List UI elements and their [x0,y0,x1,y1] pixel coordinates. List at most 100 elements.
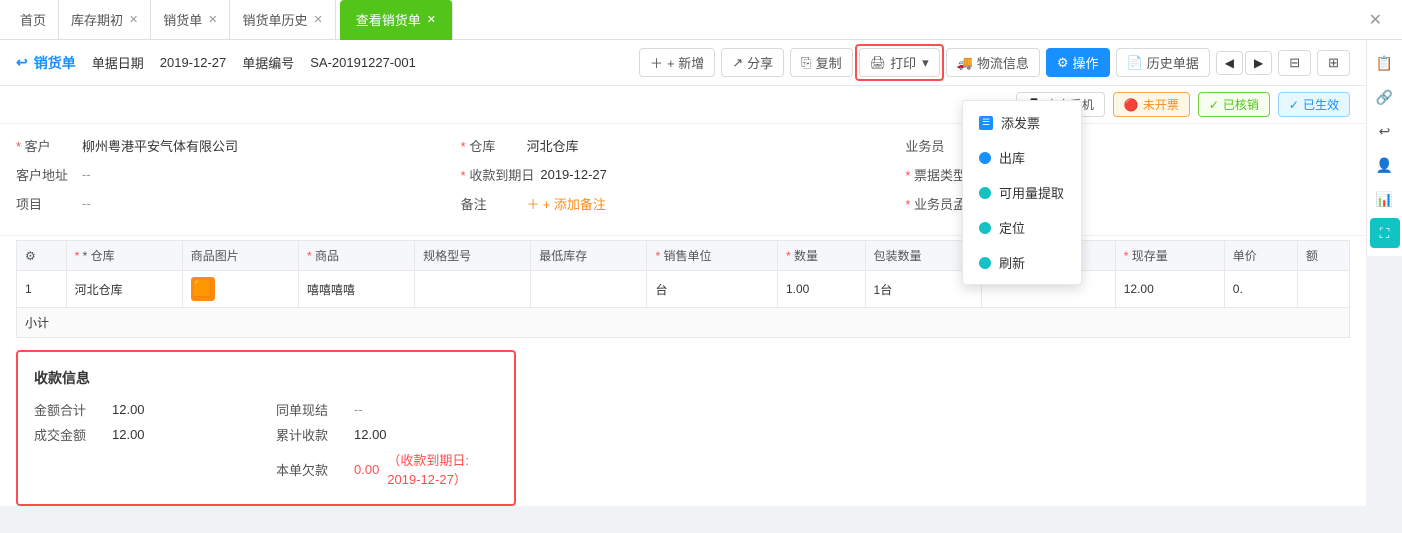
tabs-bar: 首页 库存期初 ✕ 销货单 ✕ 销货单历史 ✕ 查看销货单 ✕ ✕ [0,0,1402,40]
same-order-value: -- [354,402,363,417]
close-tab-inventory-init[interactable]: ✕ [129,13,138,26]
tab-view-sales-order[interactable]: 查看销货单 ✕ [340,0,453,40]
subtotal-label: 小计 [17,308,1350,338]
close-tab-sales-order[interactable]: ✕ [208,13,217,26]
cell-spec [415,271,531,308]
doc-header: ↩ 销货单 单据日期 2019-12-27 单据编号 SA-20191227-0… [0,40,1366,86]
cell-unit-price: 0. [1224,271,1297,308]
tab-sales-history[interactable]: 销货单历史 ✕ [230,0,335,40]
refresh-icon [979,257,991,269]
owed-label: 本单欠款 [276,460,346,479]
grid-view-button[interactable]: ⊟ [1278,50,1311,76]
form-section: 客户 柳州粤港平安气体有限公司 仓库 河北仓库 业务员 演示账号 客户地址 -- [0,124,1366,236]
settings-icon: ⚙ [25,249,36,263]
share-button[interactable]: ↗ 分享 [721,48,784,77]
summary-title: 收款信息 [34,368,498,388]
warehouse-field: 仓库 河北仓库 [461,136,906,155]
form-row-1: 客户 柳州粤港平安气体有限公司 仓库 河北仓库 业务员 演示账号 [16,136,1350,155]
plus-icon: ＋ [527,194,540,213]
history-button[interactable]: 📄 历史单据 [1116,48,1210,77]
date-label: 单据日期 [92,53,144,72]
locate-icon [979,222,991,234]
dropdown-item-available-qty[interactable]: 可用量提取 [963,175,1081,210]
sidebar-btn-doc[interactable]: 📋 [1370,48,1400,78]
project-value: -- [82,196,91,211]
dropdown-item-outbound[interactable]: 出库 [963,140,1081,175]
cell-warehouse: 河北仓库 [66,271,182,308]
copy-button[interactable]: ⎘ 复制 [790,48,852,77]
employee-label: 业务员 [905,136,965,155]
cell-stock: 12.00 [1115,271,1224,308]
list-view-button[interactable]: ⊞ [1317,50,1350,76]
customer-field: 客户 柳州粤港平安气体有限公司 [16,136,461,155]
col-min-stock: 最低库存 [531,241,647,271]
warehouse-value: 河北仓库 [527,136,579,155]
check-icon: ✓ [1209,98,1219,112]
effective-icon: ✓ [1289,98,1299,112]
sidebar-btn-user[interactable]: 👤 [1370,150,1400,180]
history-icon: 📄 [1127,55,1143,71]
not-open-button[interactable]: 🔴 未开票 [1113,92,1190,117]
address-value: -- [82,167,91,182]
summary-section: 收款信息 金额合计 12.00 同单现结 -- 成交金额 12.00 累计收款 … [16,350,516,506]
dropdown-item-add-invoice[interactable]: ☰ 添发票 [963,105,1081,140]
tab-sales-order[interactable]: 销货单 ✕ [151,0,230,40]
verified-badge: ✓ 已核销 [1198,92,1270,117]
logistics-button[interactable]: 🚚 物流信息 [946,48,1040,77]
print-icon: 🖨 [870,55,887,71]
effective-badge: ✓ 已生效 [1278,92,1350,117]
operations-button[interactable]: ⚙ 操作 [1046,48,1110,77]
sidebar-btn-undo[interactable]: ↩ [1370,116,1400,146]
product-table: ⚙ * * 仓库 商品图片 * 商品 规格型号 最低库存 * 销售单位 * 数量… [16,240,1350,338]
right-sidebar: 📋 🔗 ↩ 👤 📊 ⛶ [1366,40,1402,256]
close-tab-sales-history[interactable]: ✕ [314,13,323,26]
project-label: 项目 [16,194,76,213]
product-image: 🟧 [191,277,215,301]
add-icon: ＋ [650,53,663,72]
sidebar-btn-link[interactable]: 🔗 [1370,82,1400,112]
dropdown-item-refresh[interactable]: 刷新 [963,245,1081,280]
customer-label: 客户 [16,136,76,155]
form-row-2: 客户地址 -- 收款到期日 2019-12-27 票据类型 不开票 [16,165,1350,184]
tab-inventory-init[interactable]: 库存期初 ✕ [59,0,151,40]
copy-icon: ⎘ [801,55,811,71]
summary-grid: 金额合计 12.00 同单现结 -- 成交金额 12.00 累计收款 12.00… [34,400,498,488]
sidebar-btn-expand[interactable]: ⛶ [1370,218,1400,248]
table-section: ⚙ * * 仓库 商品图片 * 商品 规格型号 最低库存 * 销售单位 * 数量… [0,240,1366,338]
prev-arrow-button[interactable]: ◀ [1216,51,1243,75]
logistics-icon: 🚚 [957,55,973,71]
number-value: SA-20191227-001 [310,55,416,70]
col-settings[interactable]: ⚙ [17,241,67,271]
cumulative-label: 累计收款 [276,425,346,444]
col-warehouse: * * 仓库 [66,241,182,271]
add-note-button[interactable]: ＋ + 添加备注 [527,194,606,213]
cumulative-value: 12.00 [354,427,387,442]
col-product: * 商品 [298,241,414,271]
cell-product: 嘻嘻嘻嘻 [298,271,414,308]
owed-value: 0.00 [354,462,379,477]
total-label: 金额合计 [34,400,104,419]
toolbar: ＋ + 新增 ↗ 分享 ⎘ 复制 🖨 打印 ▾ [639,48,1350,77]
table-row: 1 河北仓库 🟧 嘻嘻嘻嘻 台 1.00 1台 12.00 0. [17,271,1350,308]
table-header-row: ⚙ * * 仓库 商品图片 * 商品 规格型号 最低库存 * 销售单位 * 数量… [17,241,1350,271]
address-label: 客户地址 [16,165,76,184]
print-button[interactable]: 🖨 打印 ▾ [859,48,940,77]
available-qty-icon [979,187,991,199]
nav-arrows: ◀ ▶ [1216,51,1272,75]
col-image: 商品图片 [182,241,298,271]
close-window-button[interactable]: ✕ [1357,10,1394,30]
next-arrow-button[interactable]: ▶ [1245,51,1272,75]
sidebar-btn-chart[interactable]: 📊 [1370,184,1400,214]
form-row-3: 项目 -- 备注 ＋ + 添加备注 业务员孟 -- [16,194,1350,213]
dropdown-item-locate[interactable]: 定位 [963,210,1081,245]
tab-home[interactable]: 首页 [8,0,59,40]
dropdown-menu: ☰ 添发票 出库 可用量提取 定位 刷新 [962,100,1082,285]
close-tab-view-sales-order[interactable]: ✕ [427,13,436,26]
doc-meta: 单据日期 2019-12-27 单据编号 SA-20191227-001 [92,53,416,72]
add-button[interactable]: ＋ + 新增 [639,48,715,77]
address-field: 客户地址 -- [16,165,461,184]
cell-min-stock [531,271,647,308]
cell-image: 🟧 [182,271,298,308]
project-field: 项目 -- [16,194,461,213]
doc-icon: ↩ [16,54,28,71]
